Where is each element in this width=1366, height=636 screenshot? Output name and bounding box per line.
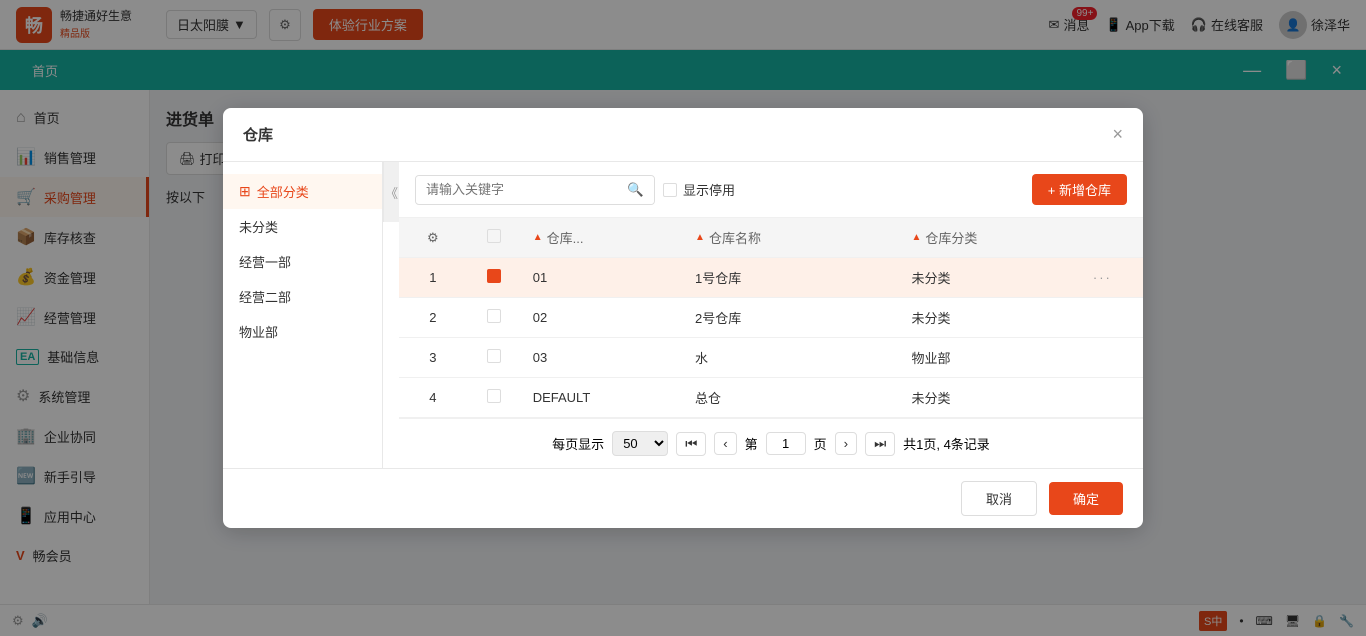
sidebar-collapse-button[interactable]: 《 <box>383 162 399 222</box>
col-code-label: 仓库... <box>547 228 584 247</box>
cell-action: ··· <box>1062 258 1143 298</box>
cell-no: 2 <box>399 298 467 338</box>
sort-code-button[interactable]: ▲ 仓库... <box>533 228 671 247</box>
add-warehouse-button[interactable]: + 新增仓库 <box>1032 174 1127 205</box>
cell-code: DEFAULT <box>521 378 683 418</box>
cell-name: 1号仓库 <box>683 258 899 298</box>
page-next-button[interactable]: › <box>835 432 857 455</box>
cell-category: 未分类 <box>899 378 1061 418</box>
cell-action <box>1062 298 1143 338</box>
confirm-button[interactable]: 确定 <box>1049 482 1123 515</box>
modal-sidebar-dept2-label: 经营二部 <box>239 287 291 306</box>
row-checkbox[interactable] <box>487 309 501 323</box>
modal-close-button[interactable]: × <box>1112 124 1123 145</box>
row-checkbox[interactable] <box>487 269 501 283</box>
cell-no: 4 <box>399 378 467 418</box>
cell-check[interactable] <box>467 378 521 418</box>
modal-title: 仓库 <box>243 124 273 145</box>
collapse-icon: 《 <box>385 183 398 202</box>
show-disabled-wrap: 显示停用 <box>663 180 735 199</box>
show-disabled-label: 显示停用 <box>683 180 735 199</box>
table-row[interactable]: 1 01 1号仓库 未分类 ··· <box>399 258 1143 298</box>
modal-sidebar-all[interactable]: ⊞ 全部分类 <box>223 174 382 209</box>
page-last-button[interactable]: ⏭ <box>865 432 895 456</box>
page-first-button[interactable]: ⏮ <box>676 432 706 456</box>
settings-col-icon[interactable]: ⚙ <box>427 230 439 245</box>
modal-sidebar-dept1-label: 经营一部 <box>239 252 291 271</box>
cell-check[interactable] <box>467 298 521 338</box>
warehouse-modal: 仓库 × ⊞ 全部分类 未分类 经营一部 经营二部 <box>223 108 1143 528</box>
modal-sidebar-dept2[interactable]: 经营二部 <box>223 279 382 314</box>
modal-main: 🔍 显示停用 + 新增仓库 ⚙ <box>399 162 1143 468</box>
cancel-button[interactable]: 取消 <box>961 481 1037 516</box>
total-info: 共1页, 4条记录 <box>903 434 990 453</box>
row-checkbox[interactable] <box>487 349 501 363</box>
page-input[interactable] <box>766 432 806 455</box>
row-checkbox[interactable] <box>487 389 501 403</box>
cell-code: 01 <box>521 258 683 298</box>
cell-check[interactable] <box>467 338 521 378</box>
col-name-label: 仓库名称 <box>709 228 761 247</box>
sort-icon-name: ▲ <box>695 232 705 243</box>
row-action-button[interactable]: ··· <box>1093 270 1112 285</box>
search-input[interactable] <box>416 176 617 203</box>
modal-sidebar-uncategorized-label: 未分类 <box>239 217 278 236</box>
modal-body: ⊞ 全部分类 未分类 经营一部 经营二部 物业部 《 <box>223 162 1143 468</box>
sort-category-button[interactable]: ▲ 仓库分类 <box>911 228 1049 247</box>
page-prev-button[interactable]: ‹ <box>714 432 736 455</box>
modal-sidebar: ⊞ 全部分类 未分类 经营一部 经营二部 物业部 <box>223 162 383 468</box>
col-header-check <box>467 218 521 258</box>
cell-category: 物业部 <box>899 338 1061 378</box>
modal-sidebar-property[interactable]: 物业部 <box>223 314 382 349</box>
per-page-select[interactable]: 50 10 20 100 <box>612 431 668 456</box>
modal-sidebar-property-label: 物业部 <box>239 322 278 341</box>
cell-code: 03 <box>521 338 683 378</box>
cell-action <box>1062 378 1143 418</box>
cell-name: 总仓 <box>683 378 899 418</box>
cell-category: 未分类 <box>899 258 1061 298</box>
cell-category: 未分类 <box>899 298 1061 338</box>
grid-icon: ⊞ <box>239 183 251 200</box>
modal-overlay: 仓库 × ⊞ 全部分类 未分类 经营一部 经营二部 <box>0 0 1366 636</box>
page-unit: 页 <box>814 434 827 453</box>
search-button[interactable]: 🔍 <box>617 176 654 204</box>
show-disabled-checkbox[interactable] <box>663 183 677 197</box>
col-header-action <box>1062 218 1143 258</box>
table-row[interactable]: 2 02 2号仓库 未分类 <box>399 298 1143 338</box>
col-header-name: ▲ 仓库名称 <box>683 218 899 258</box>
cell-check[interactable] <box>467 258 521 298</box>
modal-toolbar: 🔍 显示停用 + 新增仓库 <box>399 162 1143 218</box>
modal-sidebar-all-label: 全部分类 <box>257 182 309 201</box>
cell-no: 1 <box>399 258 467 298</box>
modal-pagination: 每页显示 50 10 20 100 ⏮ ‹ 第 页 › ⏭ 共1页, 4条记录 <box>399 418 1143 468</box>
col-header-no: ⚙ <box>399 218 467 258</box>
col-header-category: ▲ 仓库分类 <box>899 218 1061 258</box>
modal-footer: 取消 确定 <box>223 468 1143 528</box>
cell-name: 2号仓库 <box>683 298 899 338</box>
search-input-wrap: 🔍 <box>415 175 655 205</box>
sort-name-button[interactable]: ▲ 仓库名称 <box>695 228 887 247</box>
modal-sidebar-dept1[interactable]: 经营一部 <box>223 244 382 279</box>
cell-action <box>1062 338 1143 378</box>
cell-name: 水 <box>683 338 899 378</box>
cell-no: 3 <box>399 338 467 378</box>
col-header-code: ▲ 仓库... <box>521 218 683 258</box>
modal-sidebar-uncategorized[interactable]: 未分类 <box>223 209 382 244</box>
col-cat-label: 仓库分类 <box>925 228 977 247</box>
sort-icon-code: ▲ <box>533 232 543 243</box>
per-page-label: 每页显示 <box>552 434 604 453</box>
page-word: 第 <box>745 434 758 453</box>
table-row[interactable]: 4 DEFAULT 总仓 未分类 <box>399 378 1143 418</box>
sort-icon-category: ▲ <box>911 232 921 243</box>
modal-header: 仓库 × <box>223 108 1143 162</box>
table-row[interactable]: 3 03 水 物业部 <box>399 338 1143 378</box>
select-all-checkbox[interactable] <box>487 229 501 243</box>
warehouse-table: ⚙ ▲ 仓库... <box>399 218 1143 418</box>
cell-code: 02 <box>521 298 683 338</box>
